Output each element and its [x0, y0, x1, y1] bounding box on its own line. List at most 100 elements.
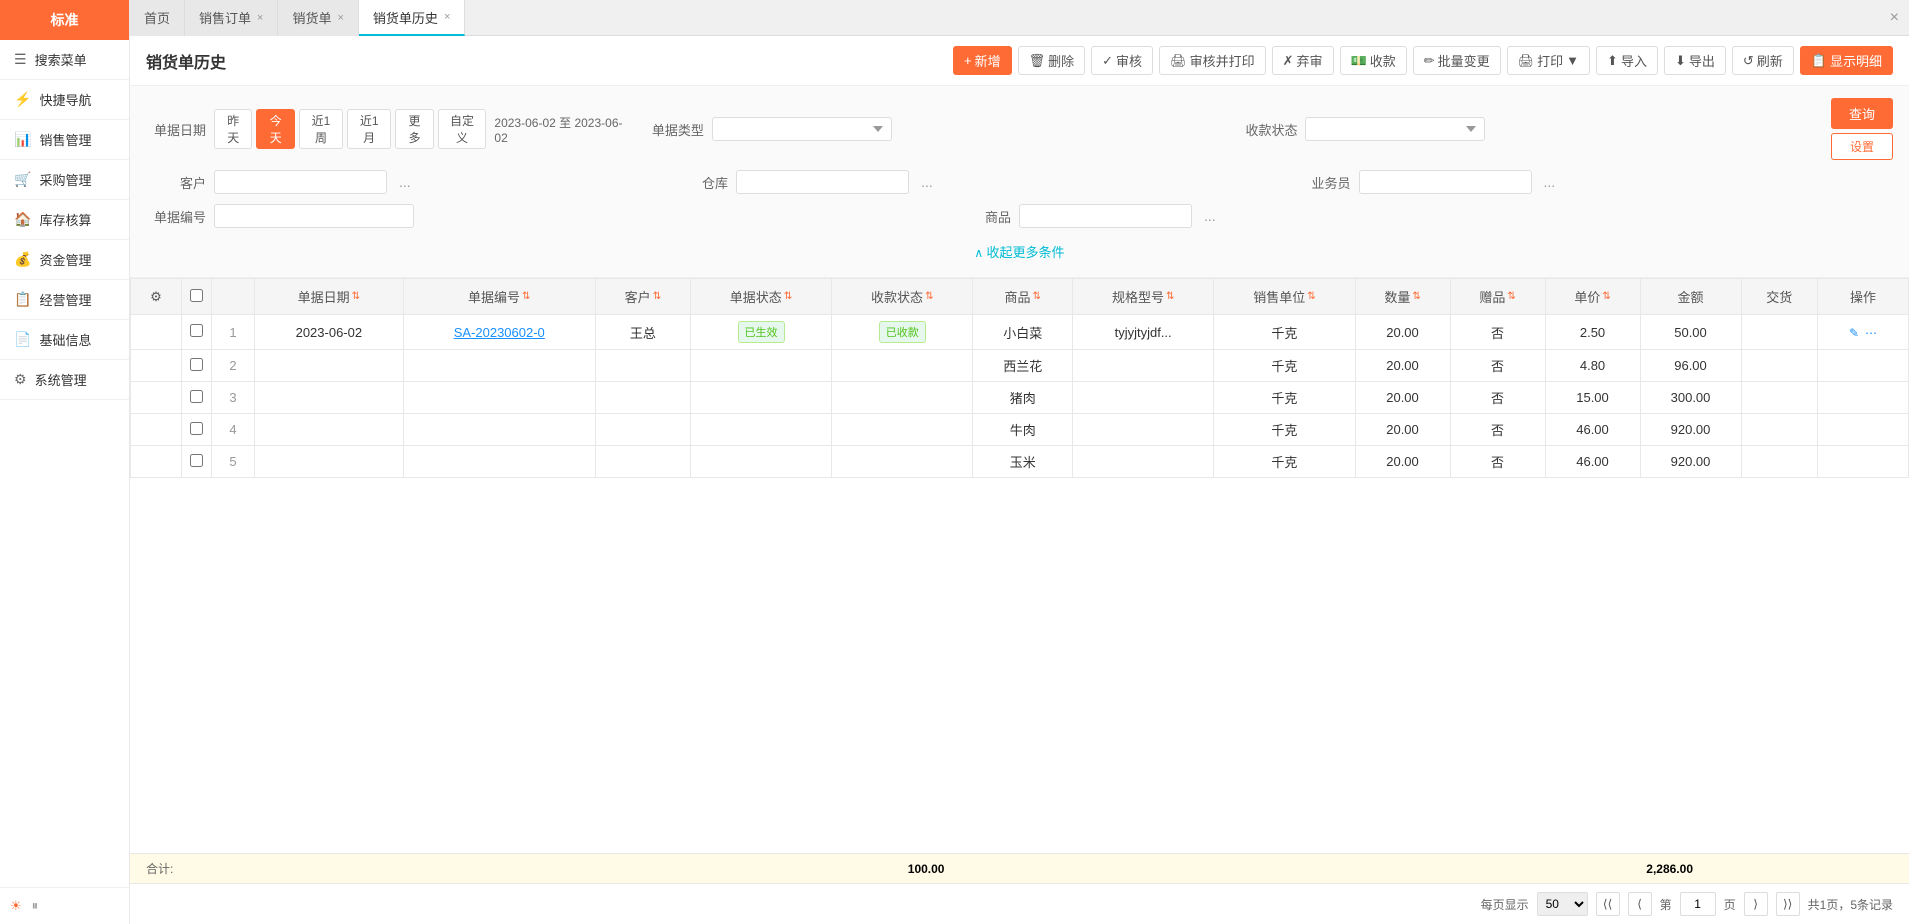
row-select-checkbox[interactable] — [190, 422, 203, 435]
tab-sales-order[interactable]: 销售订单 × — [185, 0, 278, 36]
sidebar-sun-icon[interactable]: ☀ — [10, 898, 22, 914]
edit-row-btn[interactable]: ✎ — [1846, 326, 1862, 340]
query-button[interactable]: 查询 — [1831, 98, 1893, 129]
row-settings — [131, 350, 182, 382]
doc-type-select[interactable] — [712, 117, 892, 141]
select-all-checkbox[interactable] — [190, 289, 203, 302]
doc-num-link[interactable]: SA-20230602-0 — [454, 325, 545, 340]
col-unit[interactable]: 销售单位 ⇅ — [1214, 279, 1355, 315]
row-select-checkbox[interactable] — [190, 358, 203, 371]
customer-ellipsis[interactable]: ... — [395, 174, 415, 190]
col-goods[interactable]: 商品 ⇅ — [973, 279, 1073, 315]
goods-input[interactable] — [1019, 204, 1192, 228]
col-docnum[interactable]: 单据编号 ⇅ — [403, 279, 595, 315]
row-checkbox[interactable] — [181, 414, 211, 446]
row-select-checkbox[interactable] — [190, 390, 203, 403]
row-checkbox[interactable] — [181, 350, 211, 382]
sidebar-item-quick-nav[interactable]: ⚡ 快捷导航 — [0, 80, 129, 120]
date-btn-yesterday[interactable]: 昨天 — [214, 109, 252, 149]
col-qty[interactable]: 数量 ⇅ — [1355, 279, 1450, 315]
row-select-checkbox[interactable] — [190, 324, 203, 337]
new-button[interactable]: + 新增 — [953, 46, 1012, 75]
date-btn-today[interactable]: 今天 — [256, 109, 294, 149]
row-docnum[interactable] — [403, 350, 595, 382]
sidebar-item-search-menu[interactable]: ☰ 搜索菜单 — [0, 40, 129, 80]
row-checkbox[interactable] — [181, 382, 211, 414]
sidebar-item-purchase-mgmt[interactable]: 🛒 采购管理 — [0, 160, 129, 200]
refresh-button[interactable]: ↺ 刷新 — [1732, 46, 1794, 75]
row-action[interactable] — [1818, 350, 1909, 382]
collapse-more[interactable]: ∧ 收起更多条件 — [146, 238, 1893, 265]
customer-input[interactable] — [214, 170, 387, 194]
col-spec[interactable]: 规格型号 ⇅ — [1073, 279, 1214, 315]
print-button[interactable]: 🖨 打印 ▼ — [1507, 46, 1590, 75]
col-price[interactable]: 单价 ⇅ — [1545, 279, 1640, 315]
page-first-btn[interactable]: ⟨⟨ — [1596, 892, 1620, 916]
row-docnum[interactable]: SA-20230602-0 — [403, 315, 595, 350]
row-action[interactable]: ✎⋯ — [1818, 315, 1909, 350]
show-detail-button[interactable]: 📋 显示明细 — [1800, 46, 1893, 75]
doc-num-input[interactable] — [214, 204, 414, 228]
staff-ellipsis[interactable]: ... — [1540, 174, 1560, 190]
total-info: 共1页，5条记录 — [1808, 896, 1893, 913]
sidebar-item-inventory[interactable]: 🏠 库存核算 — [0, 200, 129, 240]
tab-sales-delivery[interactable]: 销货单 × — [278, 0, 358, 36]
audit-button[interactable]: ✓ 审核 — [1091, 46, 1153, 75]
goods-ellipsis[interactable]: ... — [1200, 208, 1220, 224]
tab-home[interactable]: 首页 — [130, 0, 185, 36]
sidebar-item-sys-mgmt[interactable]: ⚙ 系统管理 — [0, 360, 129, 400]
col-doc-status[interactable]: 单据状态 ⇅ — [690, 279, 831, 315]
col-payment-status[interactable]: 收款状态 ⇅ — [832, 279, 973, 315]
row-select-checkbox[interactable] — [190, 454, 203, 467]
warehouse-ellipsis[interactable]: ... — [917, 174, 937, 190]
page-input[interactable] — [1680, 892, 1716, 916]
import-button[interactable]: ⬆ 导入 — [1596, 46, 1658, 75]
row-action[interactable] — [1818, 414, 1909, 446]
row-checkbox[interactable] — [181, 315, 211, 350]
col-customer[interactable]: 客户 ⇅ — [595, 279, 690, 315]
delete-button[interactable]: 🗑 删除 — [1018, 46, 1086, 75]
staff-label: 业务员 — [1291, 173, 1351, 192]
col-date[interactable]: 单据日期 ⇅ — [255, 279, 404, 315]
col-settings[interactable]: ⚙ — [131, 279, 182, 315]
row-checkbox[interactable] — [181, 446, 211, 478]
settings-button[interactable]: 设置 — [1831, 133, 1893, 160]
tab-sales-order-close[interactable]: × — [257, 12, 263, 24]
sidebar-item-basic-info[interactable]: 📄 基础信息 — [0, 320, 129, 360]
collect-button[interactable]: 💵 收款 — [1340, 46, 1407, 75]
tab-sales-history[interactable]: 销货单历史 × — [359, 0, 465, 36]
tab-sales-delivery-close[interactable]: × — [337, 12, 343, 24]
col-checkbox[interactable] — [181, 279, 211, 315]
payment-status-select[interactable] — [1305, 117, 1485, 141]
date-btn-last7[interactable]: 近1周 — [299, 109, 343, 149]
batch-change-button[interactable]: ✏ 批量变更 — [1413, 46, 1501, 75]
sidebar-item-finance[interactable]: 💰 资金管理 — [0, 240, 129, 280]
sidebar-item-sales-mgmt[interactable]: 📊 销售管理 — [0, 120, 129, 160]
page-prev-btn[interactable]: ⟨ — [1628, 892, 1652, 916]
page-next-btn[interactable]: ⟩ — [1744, 892, 1768, 916]
row-action[interactable] — [1818, 446, 1909, 478]
date-btn-custom[interactable]: 自定义 — [438, 109, 487, 149]
date-label: 单据日期 — [146, 120, 206, 139]
col-gift[interactable]: 赠品 ⇅ — [1450, 279, 1545, 315]
page-last-btn[interactable]: ⟩⟩ — [1776, 892, 1800, 916]
warehouse-input[interactable] — [736, 170, 909, 194]
sidebar-pause-icon[interactable]: ⏸ — [32, 898, 39, 914]
row-customer — [595, 382, 690, 414]
tab-close-all[interactable]: × — [1880, 9, 1909, 27]
date-btn-more[interactable]: 更多 — [395, 109, 433, 149]
row-docnum[interactable] — [403, 382, 595, 414]
table-container: ⚙ 单据日期 ⇅ 单据编号 ⇅ — [130, 278, 1909, 853]
export-button[interactable]: ⬇ 导出 — [1664, 46, 1726, 75]
date-btn-last1m[interactable]: 近1月 — [347, 109, 391, 149]
abandon-button[interactable]: ✗ 弃审 — [1272, 46, 1334, 75]
sidebar-item-operation[interactable]: 📋 经营管理 — [0, 280, 129, 320]
staff-input[interactable] — [1359, 170, 1532, 194]
row-docnum[interactable] — [403, 446, 595, 478]
page-size-select[interactable]: 50 100 — [1537, 892, 1588, 916]
row-action[interactable] — [1818, 382, 1909, 414]
row-docnum[interactable] — [403, 414, 595, 446]
audit-print-button[interactable]: 🖨 审核并打印 — [1159, 46, 1266, 75]
tab-sales-history-close[interactable]: × — [444, 11, 450, 23]
more-row-btn[interactable]: ⋯ — [1862, 326, 1880, 340]
